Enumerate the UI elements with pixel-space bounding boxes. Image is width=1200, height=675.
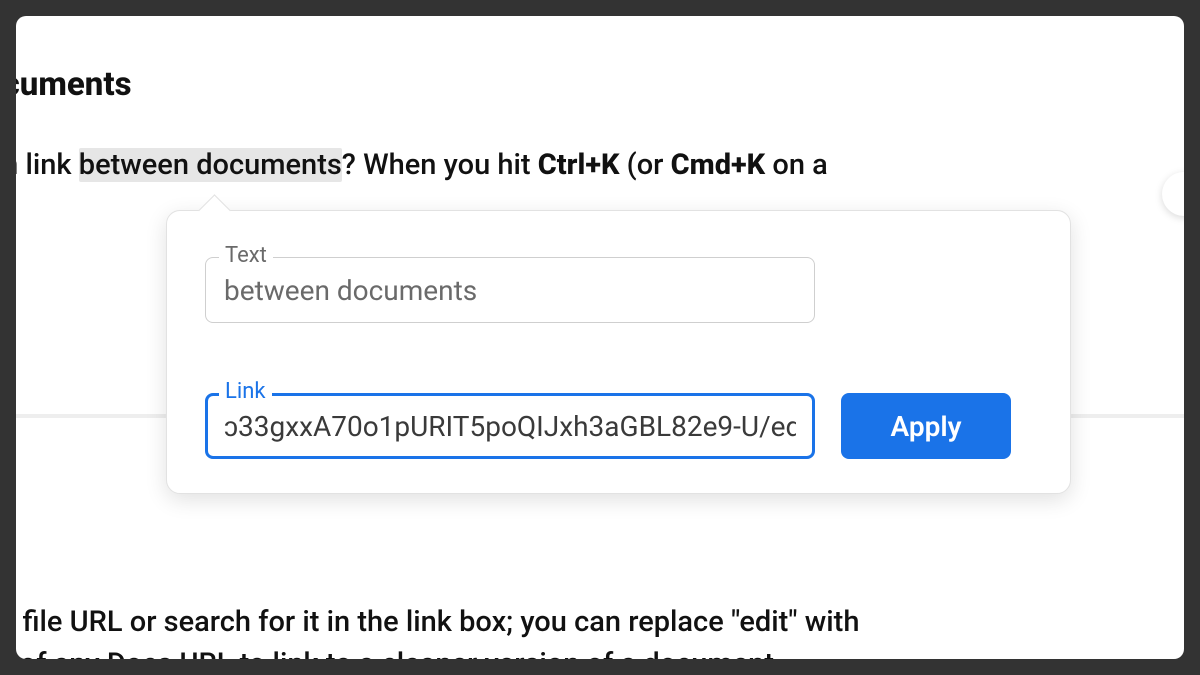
text-fragment: on a — [765, 148, 828, 182]
selected-text[interactable]: between documents — [79, 148, 342, 182]
link-text-input[interactable] — [205, 257, 815, 323]
link-url-input[interactable] — [205, 393, 815, 459]
paragraph-line-2: ste in the file URL or search for it in … — [16, 601, 859, 643]
paragraph-line-3: the end of any Docs URL to link to a cle… — [16, 643, 774, 659]
text-field-label: Text — [219, 243, 273, 268]
text-fragment: ? When you hit — [342, 148, 538, 182]
insert-link-popover: Text Link Apply — [166, 210, 1071, 494]
keyboard-shortcut: Ctrl+K — [538, 148, 620, 182]
text-fragment: (or — [619, 148, 670, 182]
text-fragment: v you can link — [16, 148, 79, 182]
link-url-field: Link — [205, 393, 815, 459]
paragraph-line-1: v you can link between documents? When y… — [16, 144, 828, 186]
keyboard-shortcut: Cmd+K — [671, 148, 766, 182]
link-field-label: Link — [219, 379, 272, 404]
link-text-field: Text — [205, 257, 815, 323]
apply-button[interactable]: Apply — [841, 393, 1011, 459]
screenshot-frame: own documents v you can link between doc… — [16, 16, 1184, 659]
section-heading: own documents — [16, 61, 132, 109]
